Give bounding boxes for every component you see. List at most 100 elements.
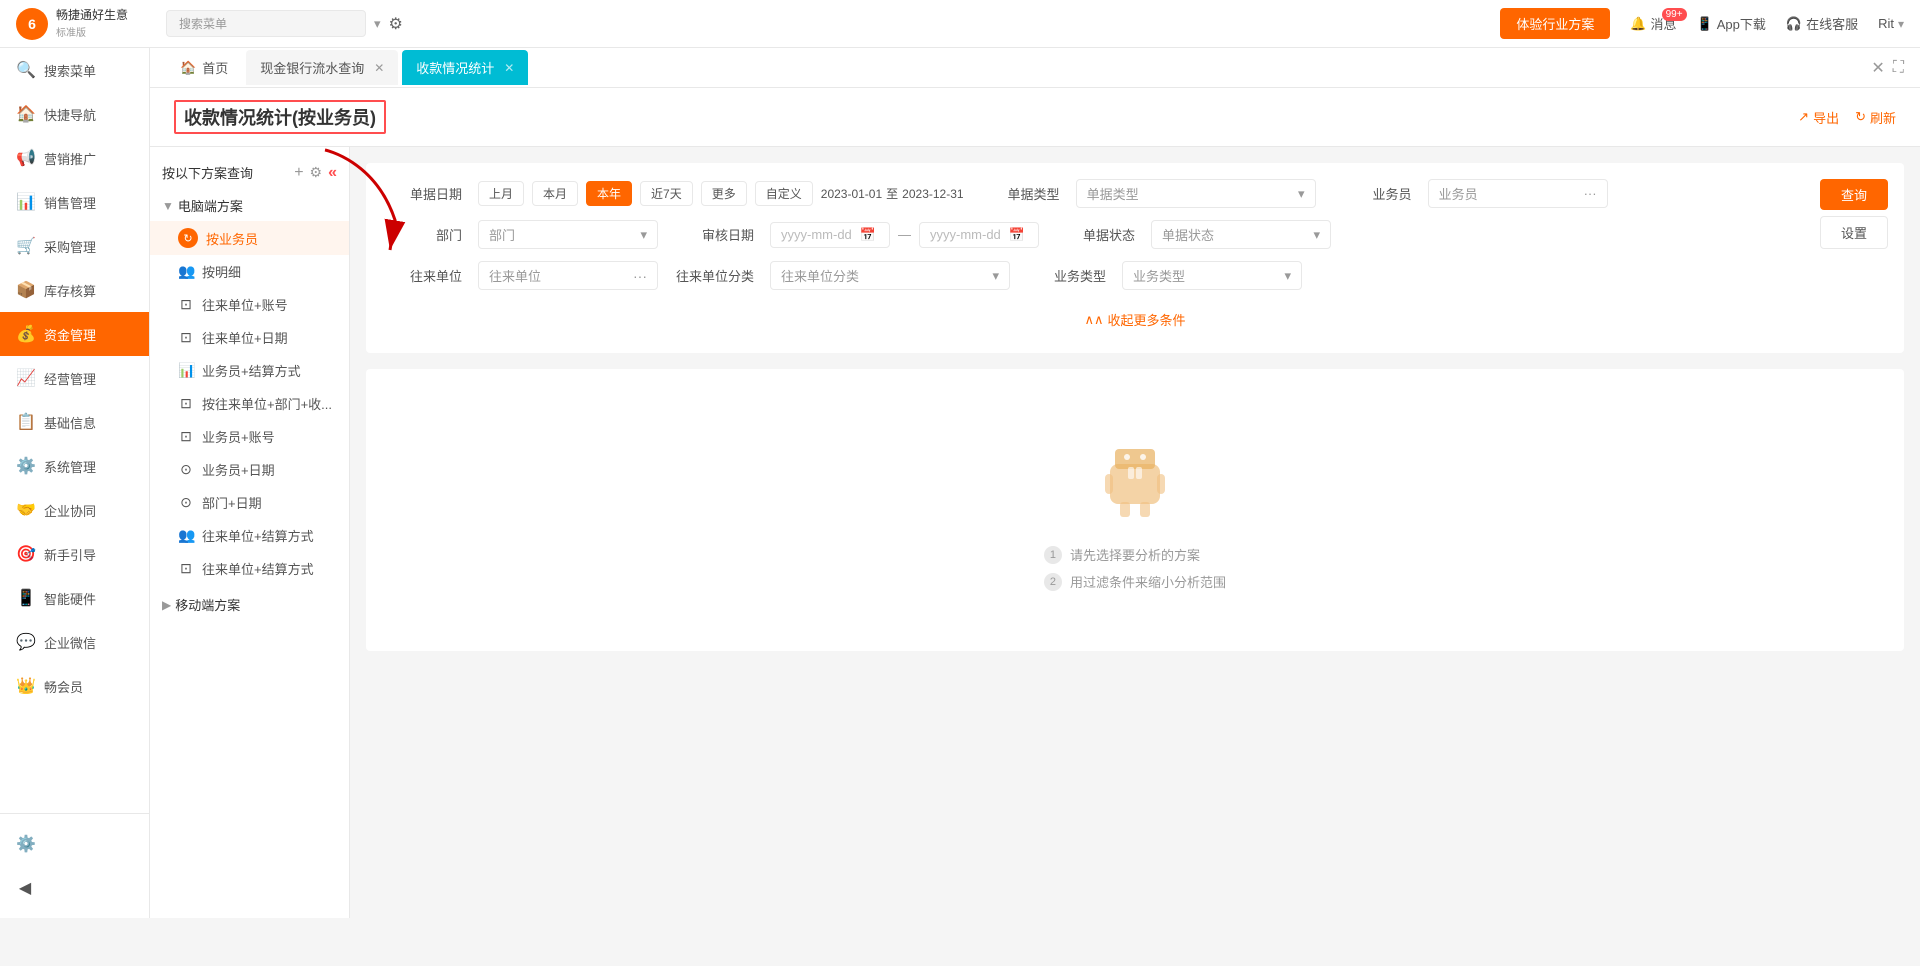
sidebar-item-member[interactable]: 👑 畅会员 <box>0 664 149 708</box>
logo-area: 6 畅捷通好生意 标准版 <box>16 8 166 40</box>
scheme-group-mobile-title[interactable]: ▶ 移动端方案 <box>150 589 349 620</box>
scheme-item-partner-account[interactable]: ⊡ 往来单位+账号 <box>150 288 349 321</box>
tab-collection[interactable]: 收款情况统计 ✕ <box>402 50 528 85</box>
sidebar-item-purchase[interactable]: 🛒 采购管理 <box>0 224 149 268</box>
user-name: Rit <box>1878 16 1894 31</box>
sidebar-item-wechat[interactable]: 💬 企业微信 <box>0 620 149 664</box>
inventory-icon: 📦 <box>16 280 34 300</box>
scheme-item-dept-date[interactable]: ⊙ 部门+日期 <box>150 486 349 519</box>
date-btn-custom[interactable]: 自定义 <box>755 181 813 206</box>
filter-row-date: 单据日期 上月 本月 本年 近7天 更多 自定义 2023-01-01 <box>382 179 1804 208</box>
collapse-icon: ∧∧ <box>1084 312 1103 328</box>
sidebar-item-system[interactable]: ⚙️ 系统管理 <box>0 444 149 488</box>
sidebar-item-label: 企业微信 <box>44 633 96 652</box>
item-icon: 👥 <box>178 263 194 280</box>
scheme-item-partner-date[interactable]: ⊡ 往来单位+日期 <box>150 321 349 354</box>
tab-home[interactable]: 🏠 首页 <box>166 50 242 85</box>
sidebar-item-search-menu[interactable]: 🔍 搜索菜单 <box>0 48 149 92</box>
collapse-button[interactable]: ∧∧ 收起更多条件 <box>1084 310 1185 329</box>
salesperson-label: 业务员 <box>1332 184 1412 203</box>
filter-row-partner: 往来单位 往来单位 ··· 往来单位分类 往来单位分类 ▾ 业务类型 <box>382 261 1804 290</box>
chevron-down-icon: ▾ <box>640 227 647 243</box>
review-date-label: 审核日期 <box>674 225 754 244</box>
sidebar-item-enterprise[interactable]: 🤝 企业协同 <box>0 488 149 532</box>
date-btn-this-year[interactable]: 本年 <box>586 181 632 206</box>
voucher-status-select[interactable]: 单据状态 ▾ <box>1151 220 1331 249</box>
dept-select[interactable]: 部门 ▾ <box>478 220 658 249</box>
scheme-item-partner-payment2[interactable]: ⊡ 往来单位+结算方式 <box>150 552 349 585</box>
sidebar-item-newbie[interactable]: 🎯 新手引导 <box>0 532 149 576</box>
scheme-item-partner-dept-collect[interactable]: ⊡ 按往来单位+部门+收... <box>150 387 349 420</box>
item-icon: ⊡ <box>178 560 194 577</box>
settings-button[interactable]: 设置 <box>1820 216 1888 249</box>
tab-bank-flow-close[interactable]: ✕ <box>374 61 384 75</box>
filter-collapse-row: ∧∧ 收起更多条件 <box>382 302 1888 337</box>
notifications-item[interactable]: 🔔 消息 99+ <box>1630 14 1676 33</box>
scheme-add-btn[interactable]: + <box>294 164 303 182</box>
sidebar-item-smart-hw[interactable]: 📱 智能硬件 <box>0 576 149 620</box>
review-date-start[interactable]: yyyy-mm-dd 📅 <box>770 222 890 248</box>
salesperson-select[interactable]: 业务员 ··· <box>1428 179 1608 208</box>
scheme-item-partner-payment1[interactable]: 👥 往来单位+结算方式 <box>150 519 349 552</box>
export-icon: ↗ <box>1798 109 1809 125</box>
sidebar-collapse[interactable]: ◀ <box>0 866 149 910</box>
header-chevron-icon[interactable]: ▾ <box>374 16 381 32</box>
sidebar-item-marketing[interactable]: 📢 营销推广 <box>0 136 149 180</box>
partner-select[interactable]: 往来单位 ··· <box>478 261 658 290</box>
home-icon: 🏠 <box>180 60 196 76</box>
system-icon: ⚙️ <box>16 456 34 476</box>
query-button[interactable]: 查询 <box>1820 179 1888 210</box>
business-type-select[interactable]: 业务类型 ▾ <box>1122 261 1302 290</box>
date-btn-this-month[interactable]: 本月 <box>532 181 578 206</box>
scheme-group-desktop-title[interactable]: ▼ 电脑端方案 <box>150 190 349 221</box>
app-download-item[interactable]: 📱 App下载 <box>1697 14 1766 33</box>
export-button[interactable]: ↗ 导出 <box>1798 108 1839 127</box>
partner-category-select[interactable]: 往来单位分类 ▾ <box>770 261 1010 290</box>
header-search-box[interactable]: 搜索菜单 <box>166 10 366 37</box>
empty-tip-1: 1 请先选择要分析的方案 <box>1044 545 1226 564</box>
filter-action-buttons: 查询 设置 <box>1820 179 1888 249</box>
review-date-end[interactable]: yyyy-mm-dd 📅 <box>919 222 1039 248</box>
sidebar-item-sales[interactable]: 📊 销售管理 <box>0 180 149 224</box>
sidebar-item-label: 企业协同 <box>44 501 96 520</box>
date-btn-more[interactable]: 更多 <box>701 181 747 206</box>
scheme-item-salesperson-date[interactable]: ⊙ 业务员+日期 <box>150 453 349 486</box>
scheme-item-salesperson-account[interactable]: ⊡ 业务员+账号 <box>150 420 349 453</box>
scheme-header-title: 按以下方案查询 <box>162 163 253 182</box>
scheme-item-salesperson-payment[interactable]: 📊 业务员+结算方式 <box>150 354 349 387</box>
date-btn-7days[interactable]: 近7天 <box>640 181 693 206</box>
tip-num-2: 2 <box>1044 573 1062 591</box>
scheme-item-by-salesperson[interactable]: ↻ 按业务员 <box>150 221 349 255</box>
item-icon: ⊡ <box>178 395 194 412</box>
scheme-item-by-detail[interactable]: 👥 按明细 <box>150 255 349 288</box>
header-gear-icon[interactable]: ⚙ <box>389 14 403 34</box>
voucher-type-select[interactable]: 单据类型 ▾ <box>1076 179 1316 208</box>
group-toggle-icon: ▼ <box>162 199 174 213</box>
app-logo: 6 <box>16 8 48 40</box>
scheme-settings-btn[interactable]: ⚙ <box>310 164 323 181</box>
sidebar-item-inventory[interactable]: 📦 库存核算 <box>0 268 149 312</box>
customer-service-item[interactable]: 🎧 在线客服 <box>1786 14 1858 33</box>
tab-expand-btn[interactable]: ⛶ <box>1893 58 1904 78</box>
user-item[interactable]: Rit ▾ <box>1878 16 1904 31</box>
empty-tip-2: 2 用过滤条件来缩小分析范围 <box>1044 572 1226 591</box>
sidebar-item-basic-info[interactable]: 📋 基础信息 <box>0 400 149 444</box>
tab-collection-close[interactable]: ✕ <box>504 61 514 75</box>
sidebar-item-finance[interactable]: 💰 资金管理 <box>0 312 149 356</box>
scheme-collapse-btn[interactable]: « <box>328 164 337 182</box>
refresh-button[interactable]: ↻ 刷新 <box>1855 108 1896 127</box>
sidebar-item-operations[interactable]: 📈 经营管理 <box>0 356 149 400</box>
date-btn-last-month[interactable]: 上月 <box>478 181 524 206</box>
sidebar-item-quick-nav[interactable]: 🏠 快捷导航 <box>0 92 149 136</box>
sales-icon: 📊 <box>16 192 34 212</box>
group-label: 电脑端方案 <box>178 196 243 215</box>
sidebar-item-label: 系统管理 <box>44 457 96 476</box>
tip-num-1: 1 <box>1044 546 1062 564</box>
sidebar-settings[interactable]: ⚙️ <box>0 822 149 866</box>
marketing-icon: 📢 <box>16 148 34 168</box>
tab-bank-flow[interactable]: 现金银行流水查询 ✕ <box>246 50 398 85</box>
trial-button[interactable]: 体验行业方案 <box>1500 8 1610 39</box>
tab-close-all-btn[interactable]: ✕ <box>1871 58 1884 78</box>
filter-row-dept: 部门 部门 ▾ 审核日期 yyyy-mm-dd 📅 <box>382 220 1804 249</box>
filter-area: 单据日期 上月 本月 本年 近7天 更多 自定义 2023-01-01 <box>366 163 1904 353</box>
